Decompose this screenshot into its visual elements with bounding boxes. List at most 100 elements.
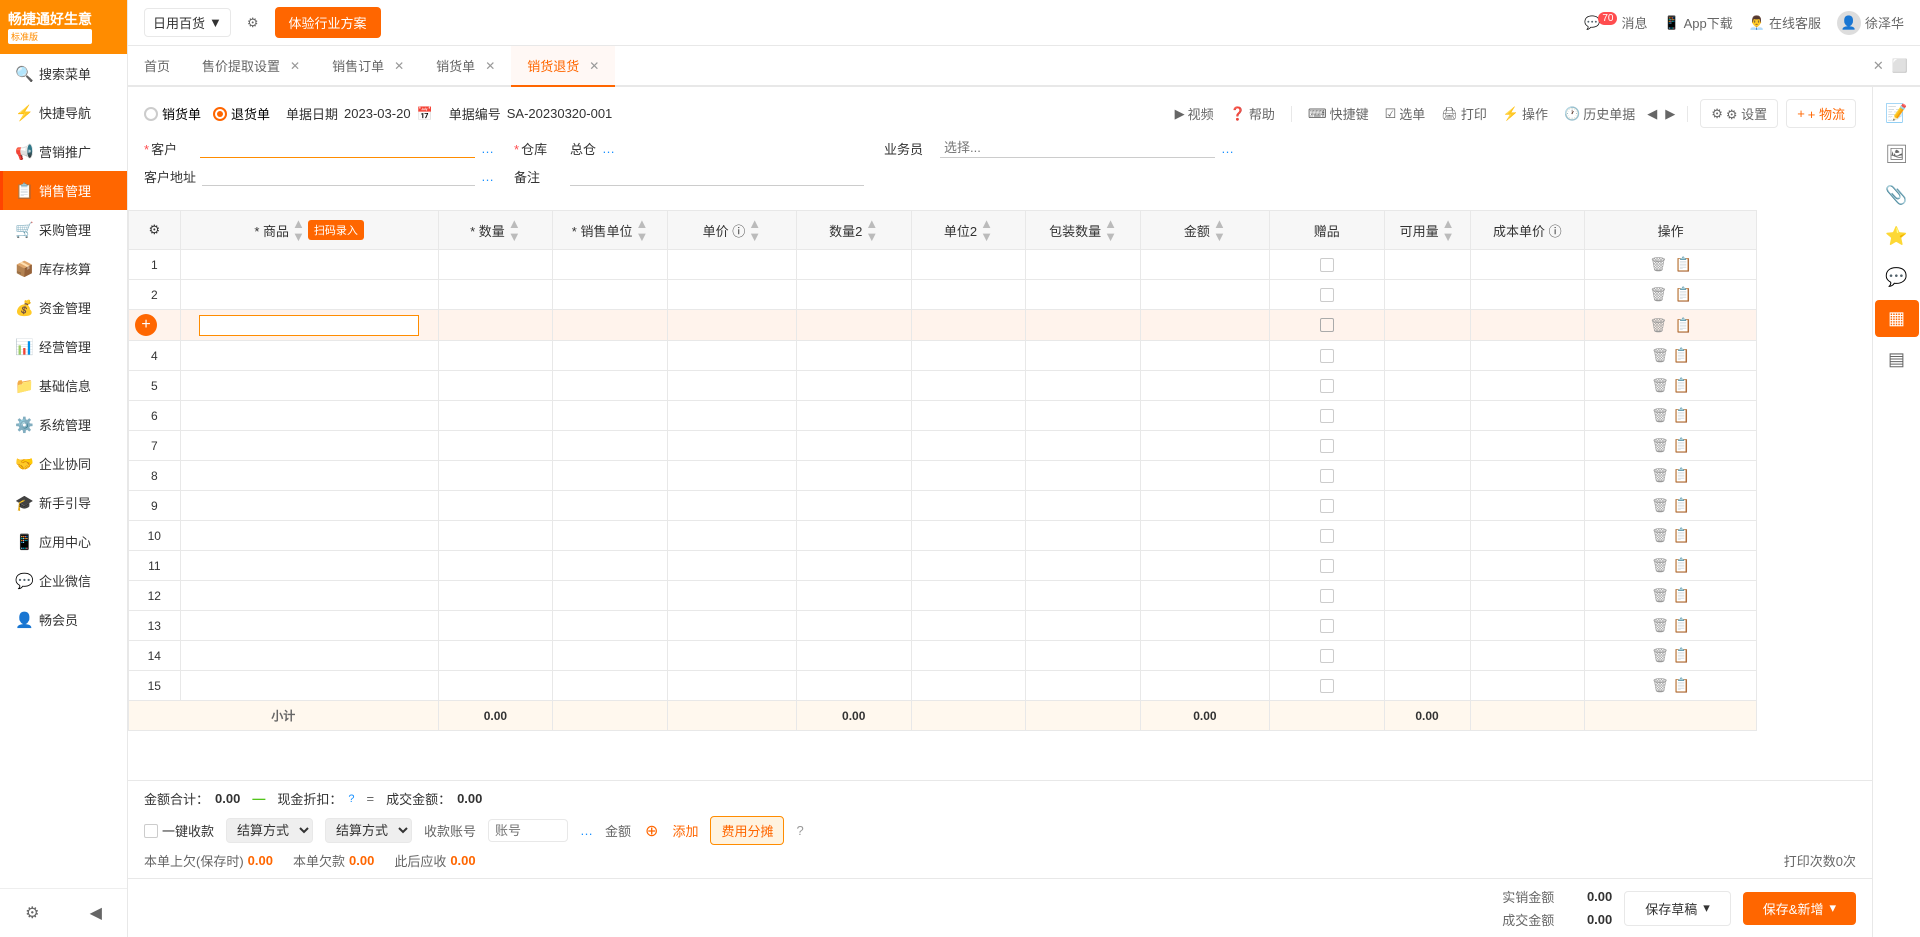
right-panel-list-view-btn[interactable]: ▤ bbox=[1875, 341, 1919, 378]
right-panel-img-btn[interactable]: 🖼 bbox=[1875, 136, 1919, 173]
onepay-checkbox[interactable]: 一键收款 bbox=[144, 821, 214, 840]
gift-checkbox-1[interactable] bbox=[1320, 258, 1334, 272]
gift-checkbox[interactable] bbox=[1320, 499, 1334, 513]
unit-price-cell-1[interactable] bbox=[667, 250, 796, 280]
right-panel-msg-btn[interactable]: 💬 bbox=[1875, 259, 1919, 296]
delete-row-2-btn[interactable]: 🗑 bbox=[1649, 286, 1667, 302]
gift-checkbox-3[interactable] bbox=[1320, 318, 1334, 332]
sort-unit2-icon[interactable]: ▲▼ bbox=[980, 217, 993, 243]
settings-header-icon[interactable]: ⚙ bbox=[243, 11, 263, 35]
save-draft-button[interactable]: 保存草稿 ▾ bbox=[1624, 891, 1731, 926]
delete-btn[interactable]: 🗑 bbox=[1651, 407, 1669, 423]
sort-amount-icon[interactable]: ▲▼ bbox=[1213, 217, 1226, 243]
quantity-cell-2[interactable] bbox=[438, 280, 553, 310]
sidebar-item-finance[interactable]: 💰 资金管理 bbox=[0, 288, 127, 327]
add-payment-btn[interactable]: ⊕ bbox=[645, 821, 658, 841]
toolbar-video-btn[interactable]: ▶ 视频 bbox=[1171, 102, 1218, 125]
sort-quantity-icon[interactable]: ▲▼ bbox=[508, 217, 521, 243]
quantity2-cell-1[interactable] bbox=[796, 250, 911, 280]
sidebar-item-quick-nav[interactable]: ⚡ 快捷导航 bbox=[0, 93, 127, 132]
sidebar-item-basic-info[interactable]: 📁 基础信息 bbox=[0, 366, 127, 405]
sidebar-item-app-center[interactable]: 📱 应用中心 bbox=[0, 522, 127, 561]
onepay-checkbox-box[interactable] bbox=[144, 824, 158, 838]
sort-sale-unit-icon[interactable]: ▲▼ bbox=[635, 217, 648, 243]
copy-btn[interactable]: 📋 bbox=[1673, 647, 1690, 663]
add-row-btn[interactable]: + bbox=[135, 314, 157, 336]
business-dropdown[interactable]: 日用百货 ▼ bbox=[144, 8, 231, 37]
pack-qty-cell-3[interactable] bbox=[1026, 310, 1141, 341]
right-panel-note-btn[interactable]: 📝 bbox=[1875, 95, 1919, 132]
sidebar-item-guide[interactable]: 🎓 新手引导 bbox=[0, 483, 127, 522]
copy-row-2-btn[interactable]: 📋 bbox=[1675, 286, 1692, 302]
available-cell-2[interactable] bbox=[1384, 280, 1470, 310]
app-download-btn[interactable]: 📱 App下载 bbox=[1663, 13, 1732, 32]
copy-btn[interactable]: 📋 bbox=[1673, 437, 1690, 453]
copy-btn[interactable]: 📋 bbox=[1673, 587, 1690, 603]
customer-dots-btn[interactable]: … bbox=[481, 141, 494, 156]
copy-btn[interactable]: 📋 bbox=[1673, 677, 1690, 693]
account-dots-btn[interactable]: … bbox=[580, 823, 593, 838]
amount-cell-3[interactable] bbox=[1140, 310, 1269, 341]
gift-cell-1[interactable] bbox=[1269, 250, 1384, 280]
delete-btn[interactable]: 🗑 bbox=[1651, 677, 1669, 693]
cost-price-cell-2[interactable] bbox=[1470, 280, 1585, 310]
save-new-button[interactable]: 保存&新增 ▾ bbox=[1743, 892, 1856, 925]
gift-checkbox[interactable] bbox=[1320, 679, 1334, 693]
gift-checkbox[interactable] bbox=[1320, 649, 1334, 663]
delete-btn[interactable]: 🗑 bbox=[1651, 467, 1669, 483]
tab-sale-delivery-close[interactable]: ✕ bbox=[485, 59, 495, 73]
sort-quantity2-icon[interactable]: ▲▼ bbox=[865, 217, 878, 243]
sale-unit-cell-3[interactable] bbox=[553, 310, 668, 341]
delete-row-1-btn[interactable]: 🗑 bbox=[1649, 256, 1667, 272]
sidebar-item-marketing[interactable]: 📢 营销推广 bbox=[0, 132, 127, 171]
pack-qty-cell-2[interactable] bbox=[1026, 280, 1141, 310]
amount-cell-1[interactable] bbox=[1140, 250, 1269, 280]
delete-btn[interactable]: 🗑 bbox=[1651, 647, 1669, 663]
radio-sale-delivery[interactable]: 销货单 bbox=[144, 104, 201, 123]
right-panel-attach-btn[interactable]: 📎 bbox=[1875, 177, 1919, 214]
cost-price-cell-1[interactable] bbox=[1470, 250, 1585, 280]
copy-btn[interactable]: 📋 bbox=[1673, 497, 1690, 513]
copy-btn[interactable]: 📋 bbox=[1673, 557, 1690, 573]
toolbar-setting-btn[interactable]: ⚙ ⚙ 设置 bbox=[1700, 99, 1778, 128]
quantity2-cell-3[interactable] bbox=[796, 310, 911, 341]
sort-unit-price-icon[interactable]: ▲▼ bbox=[748, 217, 761, 243]
unit2-cell-2[interactable] bbox=[911, 280, 1026, 310]
sort-product-icon[interactable]: ▲▼ bbox=[292, 217, 305, 243]
sidebar-item-search[interactable]: 🔍 搜索菜单 bbox=[0, 54, 127, 93]
copy-btn[interactable]: 📋 bbox=[1673, 617, 1690, 633]
trial-button[interactable]: 体验行业方案 bbox=[275, 7, 381, 38]
delete-btn[interactable]: 🗑 bbox=[1651, 557, 1669, 573]
calendar-icon[interactable]: 📅 bbox=[417, 106, 433, 122]
copy-btn[interactable]: 📋 bbox=[1673, 347, 1690, 363]
cost-price-cell-3[interactable] bbox=[1470, 310, 1585, 341]
th-settings[interactable]: ⚙ bbox=[129, 211, 181, 250]
sale-unit-cell-2[interactable] bbox=[553, 280, 668, 310]
unit-price-cell-3[interactable] bbox=[667, 310, 796, 341]
tab-sale-return-close[interactable]: ✕ bbox=[589, 59, 599, 73]
gift-checkbox-2[interactable] bbox=[1320, 288, 1334, 302]
gift-checkbox[interactable] bbox=[1320, 469, 1334, 483]
sidebar-item-wechat[interactable]: 💬 企业微信 bbox=[0, 561, 127, 600]
gift-checkbox[interactable] bbox=[1320, 409, 1334, 423]
gift-checkbox[interactable] bbox=[1320, 559, 1334, 573]
salesman-input[interactable] bbox=[940, 138, 1215, 158]
gift-checkbox[interactable] bbox=[1320, 589, 1334, 603]
online-service-btn[interactable]: 👨‍💼 在线客服 bbox=[1749, 13, 1821, 32]
delete-row-3-btn[interactable]: 🗑 bbox=[1649, 317, 1667, 333]
sort-pack-qty-icon[interactable]: ▲▼ bbox=[1104, 217, 1117, 243]
sidebar-item-purchase[interactable]: 🛒 采购管理 bbox=[0, 210, 127, 249]
delete-btn[interactable]: 🗑 bbox=[1651, 347, 1669, 363]
tab-sale-order-close[interactable]: ✕ bbox=[394, 59, 404, 73]
toolbar-help-btn[interactable]: ❓ 帮助 bbox=[1226, 102, 1279, 125]
tab-sale-return[interactable]: 销货退货 ✕ bbox=[511, 46, 615, 87]
tab-home[interactable]: 首页 bbox=[128, 46, 186, 87]
settle-method-select[interactable]: 结算方式 bbox=[226, 818, 313, 843]
split-help-icon[interactable]: ? bbox=[796, 823, 803, 838]
right-panel-table-view-btn[interactable]: ▦ bbox=[1875, 300, 1919, 337]
barcode-btn[interactable]: 扫码录入 bbox=[308, 220, 364, 240]
address-dots-btn[interactable]: … bbox=[481, 169, 494, 184]
product-cell-1[interactable] bbox=[180, 250, 438, 280]
available-cell-3[interactable] bbox=[1384, 310, 1470, 341]
sale-unit-cell-1[interactable] bbox=[553, 250, 668, 280]
